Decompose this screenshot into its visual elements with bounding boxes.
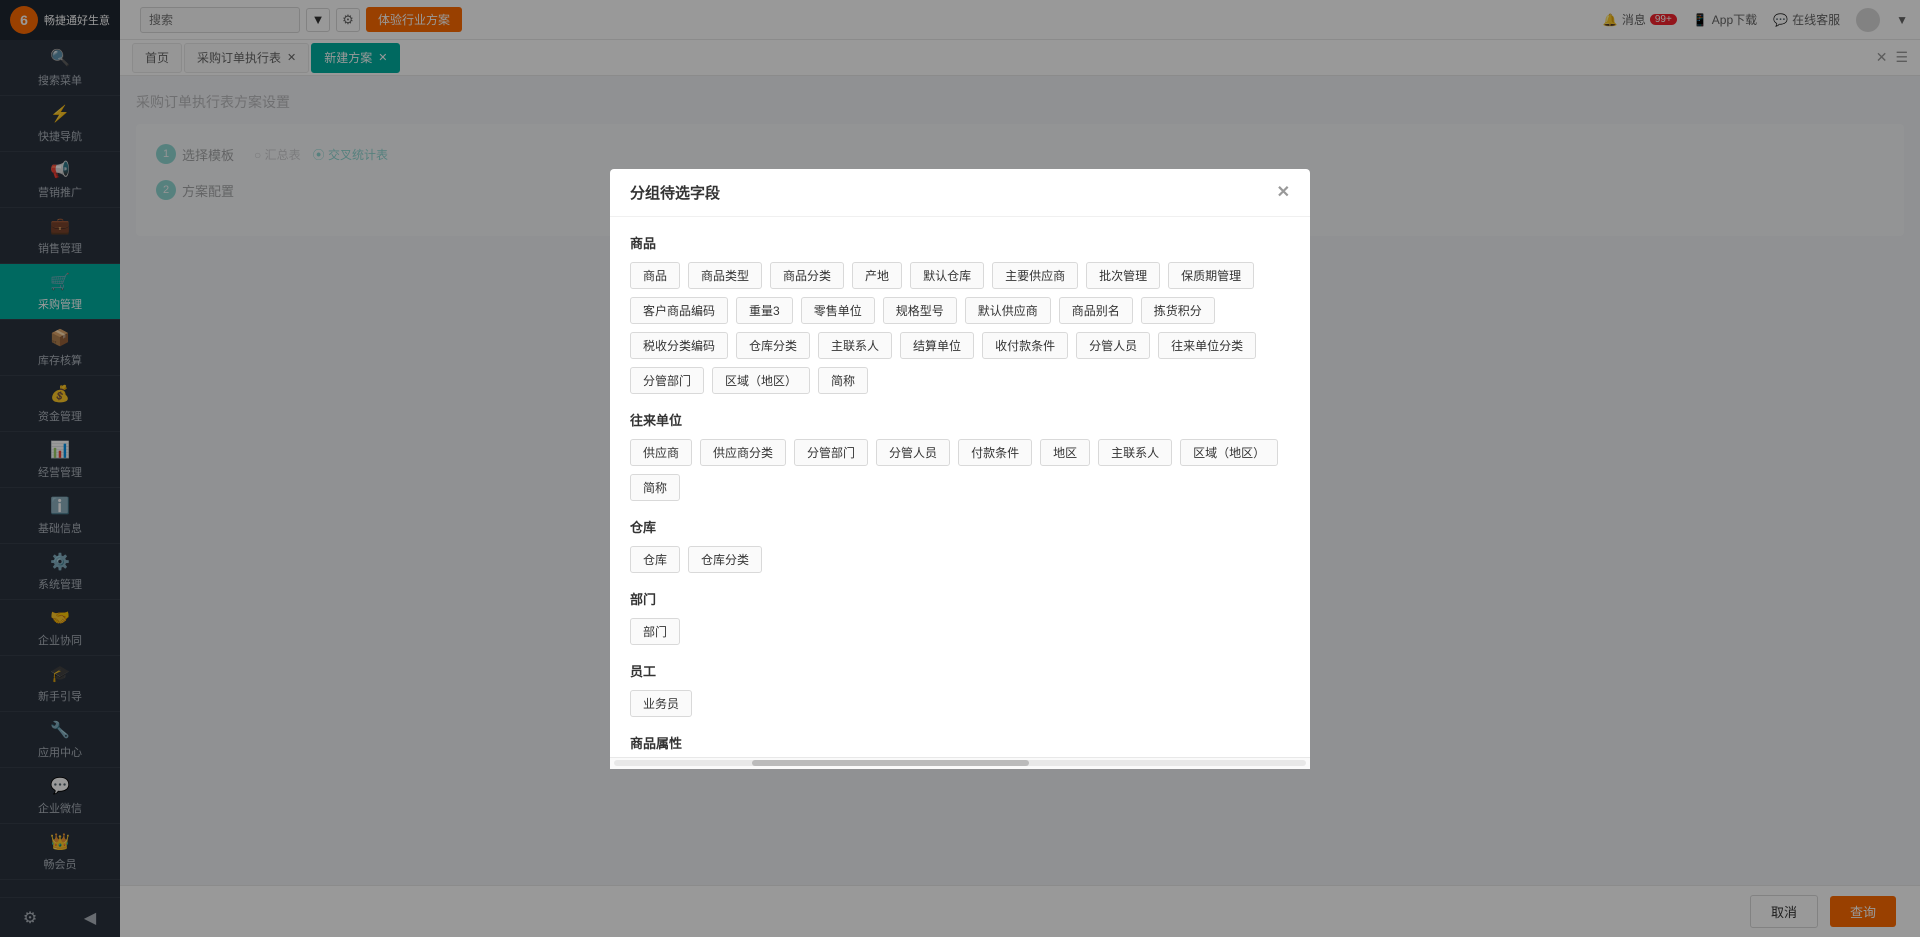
field-tag-goods-13[interactable]: 商品别名 <box>1059 297 1133 324</box>
field-section-title-department: 部门 <box>630 589 1290 608</box>
field-selection-modal: 分组待选字段 ✕ 商品商品商品类型商品分类产地默认仓库主要供应商批次管理保质期管… <box>610 169 1310 769</box>
field-section-title-goods: 商品 <box>630 233 1290 252</box>
field-section-title-product_attr: 商品属性 <box>630 733 1290 752</box>
field-section-warehouse: 仓库仓库仓库分类 <box>630 517 1290 573</box>
field-section-product_attr: 商品属性属性颜色多规格尺码鞋码1 <box>630 733 1290 757</box>
field-tag-goods-6[interactable]: 批次管理 <box>1086 262 1160 289</box>
field-tag-goods-9[interactable]: 重量3 <box>736 297 793 324</box>
field-tag-goods-10[interactable]: 零售单位 <box>801 297 875 324</box>
field-tag-goods-19[interactable]: 收付款条件 <box>982 332 1068 359</box>
field-tag-warehouse-0[interactable]: 仓库 <box>630 546 680 573</box>
field-tag-goods-11[interactable]: 规格型号 <box>883 297 957 324</box>
field-tags-goods: 商品商品类型商品分类产地默认仓库主要供应商批次管理保质期管理客户商品编码重量3 零… <box>630 262 1290 394</box>
field-tag-goods-8[interactable]: 客户商品编码 <box>630 297 728 324</box>
field-tag-goods-16[interactable]: 仓库分类 <box>736 332 810 359</box>
field-tag-warehouse-1[interactable]: 仓库分类 <box>688 546 762 573</box>
field-tag-goods-17[interactable]: 主联系人 <box>818 332 892 359</box>
field-tag-partner-8[interactable]: 简称 <box>630 474 680 501</box>
field-tag-goods-24[interactable]: 简称 <box>818 367 868 394</box>
field-tag-employee-0[interactable]: 业务员 <box>630 690 692 717</box>
field-tag-partner-6[interactable]: 主联系人 <box>1098 439 1172 466</box>
field-tag-partner-2[interactable]: 分管部门 <box>794 439 868 466</box>
field-tag-goods-15[interactable]: 税收分类编码 <box>630 332 728 359</box>
field-tag-partner-1[interactable]: 供应商分类 <box>700 439 786 466</box>
modal-overlay: 分组待选字段 ✕ 商品商品商品类型商品分类产地默认仓库主要供应商批次管理保质期管… <box>0 0 1920 937</box>
modal-hscroll[interactable] <box>610 757 1310 769</box>
field-section-employee: 员工业务员 <box>630 661 1290 717</box>
field-tag-partner-5[interactable]: 地区 <box>1040 439 1090 466</box>
hscroll-track <box>614 760 1306 766</box>
field-section-department: 部门部门 <box>630 589 1290 645</box>
field-tag-goods-4[interactable]: 默认仓库 <box>910 262 984 289</box>
hscroll-thumb <box>752 760 1029 766</box>
field-tag-goods-22[interactable]: 分管部门 <box>630 367 704 394</box>
field-tag-goods-12[interactable]: 默认供应商 <box>965 297 1051 324</box>
field-section-partner: 往来单位供应商供应商分类分管部门分管人员付款条件地区主联系人区域（地区） 简称 <box>630 410 1290 501</box>
field-tag-goods-0[interactable]: 商品 <box>630 262 680 289</box>
field-tag-partner-7[interactable]: 区域（地区） <box>1180 439 1278 466</box>
field-tag-department-0[interactable]: 部门 <box>630 618 680 645</box>
field-tag-goods-7[interactable]: 保质期管理 <box>1168 262 1254 289</box>
field-section-title-warehouse: 仓库 <box>630 517 1290 536</box>
field-tag-goods-3[interactable]: 产地 <box>852 262 902 289</box>
field-tag-partner-3[interactable]: 分管人员 <box>876 439 950 466</box>
field-section-goods: 商品商品商品类型商品分类产地默认仓库主要供应商批次管理保质期管理客户商品编码重量… <box>630 233 1290 394</box>
modal-title: 分组待选字段 <box>630 182 720 203</box>
modal-body[interactable]: 商品商品商品类型商品分类产地默认仓库主要供应商批次管理保质期管理客户商品编码重量… <box>610 217 1310 757</box>
field-tags-warehouse: 仓库仓库分类 <box>630 546 1290 573</box>
field-tags-employee: 业务员 <box>630 690 1290 717</box>
field-tag-goods-14[interactable]: 拣货积分 <box>1141 297 1215 324</box>
field-tag-goods-5[interactable]: 主要供应商 <box>992 262 1078 289</box>
field-tags-partner: 供应商供应商分类分管部门分管人员付款条件地区主联系人区域（地区） 简称 <box>630 439 1290 501</box>
modal-header: 分组待选字段 ✕ <box>610 169 1310 217</box>
field-section-title-employee: 员工 <box>630 661 1290 680</box>
field-tags-department: 部门 <box>630 618 1290 645</box>
modal-close-btn[interactable]: ✕ <box>1277 182 1290 202</box>
field-tag-partner-4[interactable]: 付款条件 <box>958 439 1032 466</box>
field-tag-goods-1[interactable]: 商品类型 <box>688 262 762 289</box>
field-tag-goods-2[interactable]: 商品分类 <box>770 262 844 289</box>
field-tag-goods-23[interactable]: 区域（地区） <box>712 367 810 394</box>
field-section-title-partner: 往来单位 <box>630 410 1290 429</box>
field-tag-partner-0[interactable]: 供应商 <box>630 439 692 466</box>
field-tag-goods-21[interactable]: 往来单位分类 <box>1158 332 1256 359</box>
field-tag-goods-18[interactable]: 结算单位 <box>900 332 974 359</box>
field-tag-goods-20[interactable]: 分管人员 <box>1076 332 1150 359</box>
